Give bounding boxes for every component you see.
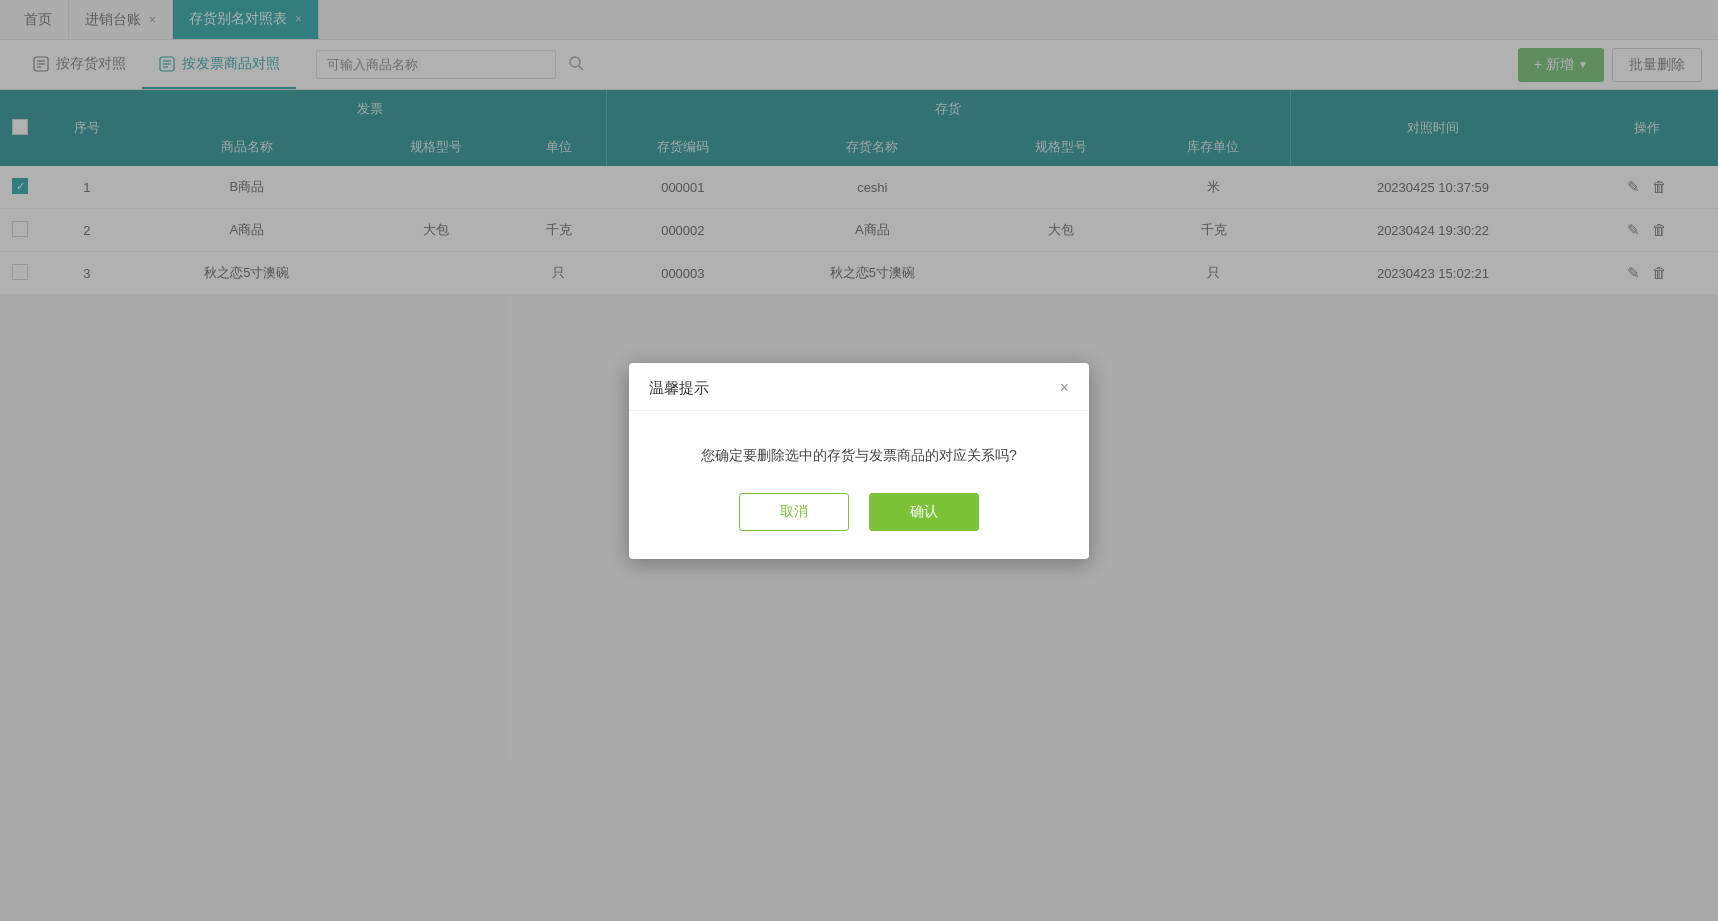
dialog-overlay: 温馨提示 × 您确定要删除选中的存货与发票商品的对应关系吗? 取消 确认: [0, 0, 1718, 295]
